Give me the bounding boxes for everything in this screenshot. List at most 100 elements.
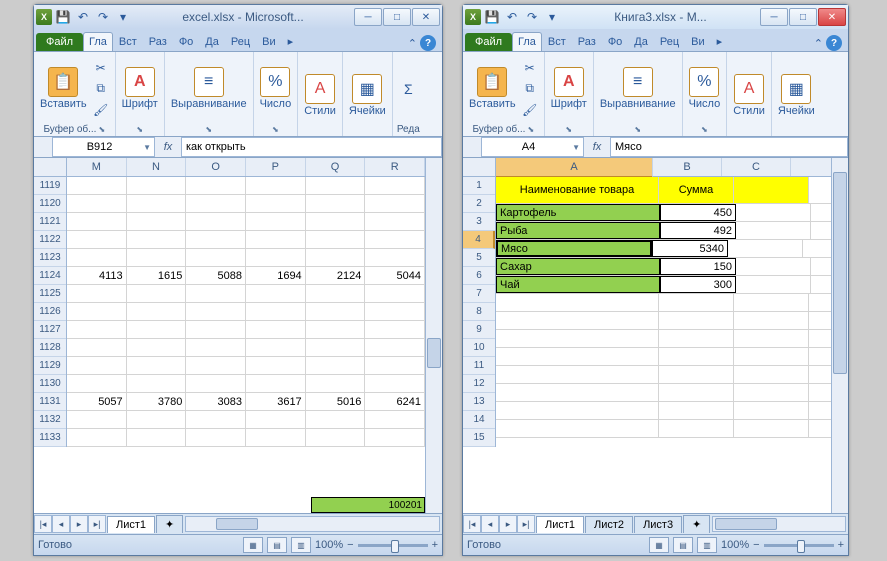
row-header[interactable]: 1132 <box>34 411 66 429</box>
cell[interactable] <box>306 375 366 392</box>
zoom-thumb[interactable] <box>797 540 805 553</box>
cell[interactable] <box>127 357 187 374</box>
cell[interactable] <box>67 249 127 266</box>
name-box[interactable]: A4▼ <box>481 137 584 157</box>
zoom-in-icon[interactable]: + <box>432 539 438 551</box>
cell[interactable] <box>736 204 811 221</box>
cell[interactable]: 2124 <box>306 267 366 284</box>
column-header[interactable]: A <box>496 158 653 178</box>
cell[interactable] <box>186 285 246 302</box>
cell[interactable] <box>306 303 366 320</box>
cell[interactable] <box>67 375 127 392</box>
cell[interactable] <box>246 285 306 302</box>
tab-data[interactable]: Да <box>199 32 225 51</box>
cell[interactable] <box>127 339 187 356</box>
cell[interactable] <box>246 375 306 392</box>
cut-icon[interactable]: ✂ <box>91 58 111 78</box>
number-button[interactable]: %Число <box>258 65 294 112</box>
cell[interactable] <box>659 312 734 329</box>
sum-cell[interactable]: 300 <box>660 276 736 293</box>
cell[interactable] <box>246 429 306 446</box>
zoom-thumb[interactable] <box>391 540 399 553</box>
row-header[interactable]: 1119 <box>34 177 66 195</box>
column-header[interactable]: O <box>186 158 246 176</box>
product-name-cell[interactable]: Рыба <box>496 222 660 239</box>
cell[interactable] <box>186 429 246 446</box>
sum-cell[interactable]: 450 <box>660 204 736 221</box>
qat-more-icon[interactable]: ▾ <box>543 8 561 26</box>
cell[interactable] <box>186 411 246 428</box>
cell[interactable] <box>659 330 734 347</box>
table-header-cell[interactable]: Сумма <box>659 177 734 203</box>
number-button[interactable]: %Число <box>687 65 723 112</box>
clipboard-launcher[interactable]: ⬊ <box>527 123 534 136</box>
tab-insert[interactable]: Вст <box>113 32 143 51</box>
cell[interactable] <box>365 375 425 392</box>
row-header[interactable]: 1127 <box>34 321 66 339</box>
product-name-cell[interactable]: Картофель <box>496 204 660 221</box>
zoom-out-icon[interactable]: − <box>753 539 759 551</box>
font-launcher[interactable]: ⬊ <box>136 123 143 136</box>
styles-button[interactable]: AСтили <box>731 72 767 119</box>
formula-bar[interactable]: Мясо <box>610 137 848 157</box>
row-header[interactable]: 7 <box>463 285 495 303</box>
normal-view-icon[interactable]: ▦ <box>243 537 263 553</box>
cell[interactable] <box>67 339 127 356</box>
column-header[interactable]: B <box>653 158 722 176</box>
cell[interactable] <box>365 357 425 374</box>
cell[interactable] <box>306 339 366 356</box>
tab-data[interactable]: Да <box>628 32 654 51</box>
pagebreak-view-icon[interactable]: ▥ <box>291 537 311 553</box>
prev-sheet-icon[interactable]: ◂ <box>481 515 499 533</box>
formula-bar[interactable]: как открыть <box>181 137 442 157</box>
new-sheet-button[interactable]: ✦ <box>683 515 710 533</box>
zoom-level[interactable]: 100% <box>721 539 749 551</box>
last-sheet-icon[interactable]: ▸| <box>88 515 106 533</box>
cell[interactable] <box>496 312 659 329</box>
column-header[interactable]: Q <box>306 158 366 176</box>
autosum-icon[interactable]: Σ <box>404 81 413 97</box>
first-sheet-icon[interactable]: |◂ <box>463 515 481 533</box>
font-button[interactable]: AШрифт <box>549 65 589 112</box>
cell[interactable] <box>659 348 734 365</box>
cell[interactable] <box>186 177 246 194</box>
minimize-button[interactable]: ─ <box>760 8 788 26</box>
cell[interactable] <box>306 285 366 302</box>
cell[interactable] <box>734 312 809 329</box>
row-header[interactable]: 2 <box>463 195 495 213</box>
row-header[interactable]: 12 <box>463 375 495 393</box>
row-header[interactable]: 1128 <box>34 339 66 357</box>
cell[interactable] <box>306 177 366 194</box>
cell[interactable] <box>67 195 127 212</box>
paste-button[interactable]: 📋 Вставить <box>38 65 89 112</box>
zoom-slider[interactable] <box>764 544 834 547</box>
cell[interactable] <box>306 429 366 446</box>
layout-view-icon[interactable]: ▤ <box>673 537 693 553</box>
product-name-cell[interactable]: Сахар <box>496 258 660 275</box>
cell[interactable] <box>306 213 366 230</box>
cell[interactable] <box>365 429 425 446</box>
cell[interactable]: 1694 <box>246 267 306 284</box>
cell[interactable] <box>365 195 425 212</box>
cell[interactable] <box>736 276 811 293</box>
sheet-tab[interactable]: Лист2 <box>585 516 633 533</box>
row-header[interactable]: 4 <box>463 231 495 249</box>
sum-cell[interactable]: 492 <box>660 222 736 239</box>
tab-home[interactable]: Гла <box>512 32 542 51</box>
cell[interactable] <box>67 411 127 428</box>
cell[interactable] <box>365 249 425 266</box>
cell[interactable] <box>496 402 659 419</box>
column-header[interactable]: C <box>722 158 791 176</box>
cell[interactable] <box>246 195 306 212</box>
cell[interactable] <box>246 339 306 356</box>
prev-sheet-icon[interactable]: ◂ <box>52 515 70 533</box>
row-header[interactable]: 13 <box>463 393 495 411</box>
cell[interactable] <box>734 366 809 383</box>
zoom-out-icon[interactable]: − <box>347 539 353 551</box>
normal-view-icon[interactable]: ▦ <box>649 537 669 553</box>
zoom-in-icon[interactable]: + <box>838 539 844 551</box>
cell[interactable] <box>365 285 425 302</box>
help-icon[interactable]: ? <box>826 35 842 51</box>
tab-insert[interactable]: Вст <box>542 32 572 51</box>
cell[interactable] <box>659 402 734 419</box>
